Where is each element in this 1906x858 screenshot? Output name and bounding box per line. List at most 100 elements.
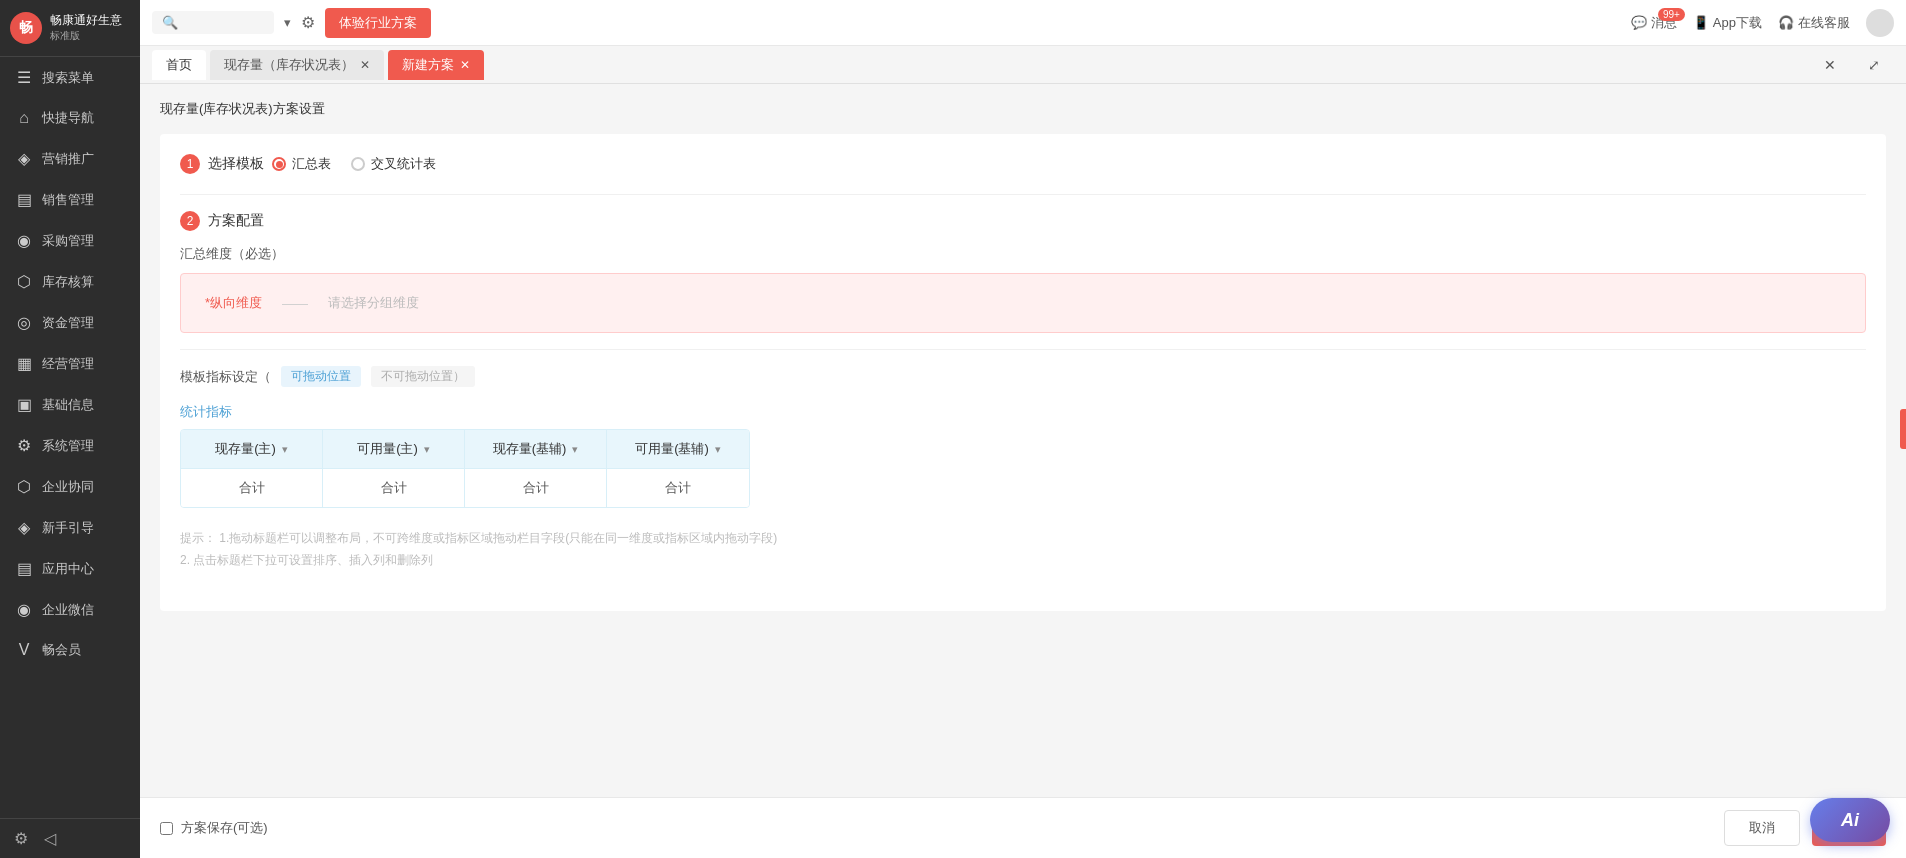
cancel-button[interactable]: 取消 (1724, 810, 1800, 846)
message-btn[interactable]: 💬 消息 99+ (1631, 14, 1677, 32)
th-col1[interactable]: 现存量(主) ▾ (181, 430, 323, 468)
expand-btn[interactable]: ⤢ (1854, 46, 1894, 84)
td-row1-col4: 合计 (607, 468, 749, 507)
step1-section: 1 选择模板 汇总表 交叉统计表 (180, 154, 1866, 174)
search-icon: 🔍 (162, 15, 178, 30)
step2-section: 2 方案配置 汇总维度（必选） *纵向维度 —— 请选择分组维度 模板指标设定（… (180, 211, 1866, 571)
td-row1-col3: 合计 (465, 468, 607, 507)
sidebar-item-wechat[interactable]: ◉ 企业微信 (0, 589, 140, 630)
trial-btn[interactable]: 体验行业方案 (325, 8, 431, 38)
dimension-label: 汇总维度（必选） (180, 245, 1866, 263)
sidebar-item-label: 经营管理 (42, 355, 94, 373)
sidebar-item-basic-info[interactable]: ▣ 基础信息 (0, 384, 140, 425)
dash-separator: —— (282, 296, 308, 311)
sidebar-item-label: 新手引导 (42, 519, 94, 537)
sidebar-item-label: 采购管理 (42, 232, 94, 250)
ai-bubble[interactable]: Ai (1810, 798, 1890, 842)
operation-icon: ▦ (14, 354, 34, 373)
step2-num: 2 (180, 211, 200, 231)
th-col4[interactable]: 可用量(基辅) ▾ (607, 430, 749, 468)
th-col3-chevron: ▾ (572, 443, 578, 456)
sidebar-item-label: 资金管理 (42, 314, 94, 332)
th-col4-chevron: ▾ (715, 443, 721, 456)
sidebar-nav: ☰ 搜索菜单 ⌂ 快捷导航 ◈ 营销推广 ▤ 销售管理 ◉ 采购管理 ⬡ 库存核… (0, 57, 140, 818)
close-btn[interactable]: ✕ (1810, 46, 1850, 84)
sidebar-item-operation[interactable]: ▦ 经营管理 (0, 343, 140, 384)
draggable-tag: 可拖动位置 (281, 366, 361, 387)
tab-home[interactable]: 首页 (152, 50, 206, 80)
sidebar-item-label: 企业协同 (42, 478, 94, 496)
tab-new-plan[interactable]: 新建方案 ✕ (388, 50, 484, 80)
warning-box: *纵向维度 —— 请选择分组维度 (180, 273, 1866, 333)
step2-label: 方案配置 (208, 212, 264, 230)
td-row1-col2: 合计 (323, 468, 465, 507)
not-draggable-tag: 不可拖动位置） (371, 366, 475, 387)
avatar[interactable] (1866, 9, 1894, 37)
sidebar-item-marketing[interactable]: ◈ 营销推广 (0, 138, 140, 179)
vip-icon: V (14, 641, 34, 659)
content-area: 现存量(库存状况表)方案设置 1 选择模板 汇总表 交叉统计表 (140, 84, 1906, 797)
footer-left: 方案保存(可选) (160, 819, 268, 837)
tips-label: 提示： 1.拖动标题栏可以调整布局，不可跨维度或指标区域拖动栏目字段(只能在同一… (180, 528, 1866, 550)
sidebar-item-search-menu[interactable]: ☰ 搜索菜单 (0, 57, 140, 98)
online-service-label: 在线客服 (1798, 14, 1850, 32)
guide-icon: ◈ (14, 518, 34, 537)
sidebar-item-new-guide[interactable]: ◈ 新手引导 (0, 507, 140, 548)
search-box[interactable]: 🔍 (152, 11, 274, 34)
tab-inventory-status[interactable]: 现存量（库存状况表） ✕ (210, 50, 384, 80)
sidebar-item-label: 基础信息 (42, 396, 94, 414)
resize-handle[interactable] (1900, 409, 1906, 449)
phone-icon: 📱 (1693, 15, 1709, 30)
app-logo: 畅 畅康通好生意 标准版 (0, 0, 140, 57)
sidebar-item-inventory[interactable]: ⬡ 库存核算 (0, 261, 140, 302)
tip2: 2. 点击标题栏下拉可设置排序、插入列和删除列 (180, 550, 433, 572)
radio-summary-label: 汇总表 (292, 155, 331, 173)
required-label: *纵向维度 (205, 294, 262, 312)
sidebar-item-vip[interactable]: V 畅会员 (0, 630, 140, 670)
sidebar-item-label: 应用中心 (42, 560, 94, 578)
gift-icon: ◈ (14, 149, 34, 168)
window-controls: ✕ ⤢ (1810, 46, 1894, 84)
th-col3[interactable]: 现存量(基辅) ▾ (465, 430, 607, 468)
footer: 方案保存(可选) 取消 查询 (140, 797, 1906, 858)
th-col3-label: 现存量(基辅) (493, 440, 567, 458)
app-download-btn[interactable]: 📱 App下载 (1693, 14, 1762, 32)
sidebar-item-enterprise[interactable]: ⬡ 企业协同 (0, 466, 140, 507)
radio-summary[interactable]: 汇总表 (272, 155, 331, 173)
tab-inventory-close[interactable]: ✕ (360, 58, 370, 72)
th-col2-chevron: ▾ (424, 443, 430, 456)
divider1 (180, 194, 1866, 195)
indicator-settings-label: 模板指标设定（ (180, 368, 271, 386)
tab-new-plan-label: 新建方案 (402, 56, 454, 74)
tab-new-plan-close[interactable]: ✕ (460, 58, 470, 72)
settings-icon[interactable]: ⚙ (14, 829, 28, 848)
sidebar-item-quick-nav[interactable]: ⌂ 快捷导航 (0, 98, 140, 138)
sidebar-item-app-center[interactable]: ▤ 应用中心 (0, 548, 140, 589)
th-col2[interactable]: 可用量(主) ▾ (323, 430, 465, 468)
sidebar-item-system[interactable]: ⚙ 系统管理 (0, 425, 140, 466)
audio-icon[interactable]: ◁ (44, 829, 56, 848)
sidebar-item-purchase[interactable]: ◉ 采购管理 (0, 220, 140, 261)
stats-table: 现存量(主) ▾ 可用量(主) ▾ 现存量(基辅) ▾ (180, 429, 750, 508)
sidebar-item-sales[interactable]: ▤ 销售管理 (0, 179, 140, 220)
topbar-right: 💬 消息 99+ 📱 App下载 🎧 在线客服 (1631, 9, 1894, 37)
search-input[interactable] (184, 16, 264, 30)
radio-cross[interactable]: 交叉统计表 (351, 155, 436, 173)
finance-icon: ◎ (14, 313, 34, 332)
main-container: 🔍 ▾ ⚙ 体验行业方案 💬 消息 99+ 📱 App下载 🎧 在线客服 (140, 0, 1906, 858)
inventory-icon: ⬡ (14, 272, 34, 291)
online-service-btn[interactable]: 🎧 在线客服 (1778, 14, 1850, 32)
sidebar-item-label: 库存核算 (42, 273, 94, 291)
radio-summary-circle (272, 157, 286, 171)
save-checkbox[interactable] (160, 822, 173, 835)
message-badge: 99+ (1658, 8, 1685, 21)
dimension-placeholder: 请选择分组维度 (328, 294, 419, 312)
app-center-icon: ▤ (14, 559, 34, 578)
gear-icon[interactable]: ⚙ (301, 13, 315, 32)
save-label: 方案保存(可选) (181, 819, 268, 837)
dropdown-icon[interactable]: ▾ (284, 15, 291, 30)
tips: 提示： 1.拖动标题栏可以调整布局，不可跨维度或指标区域拖动栏目字段(只能在同一… (180, 528, 1866, 571)
logo-icon: 畅 (10, 12, 42, 44)
sidebar-item-finance[interactable]: ◎ 资金管理 (0, 302, 140, 343)
home-icon: ⌂ (14, 109, 34, 127)
